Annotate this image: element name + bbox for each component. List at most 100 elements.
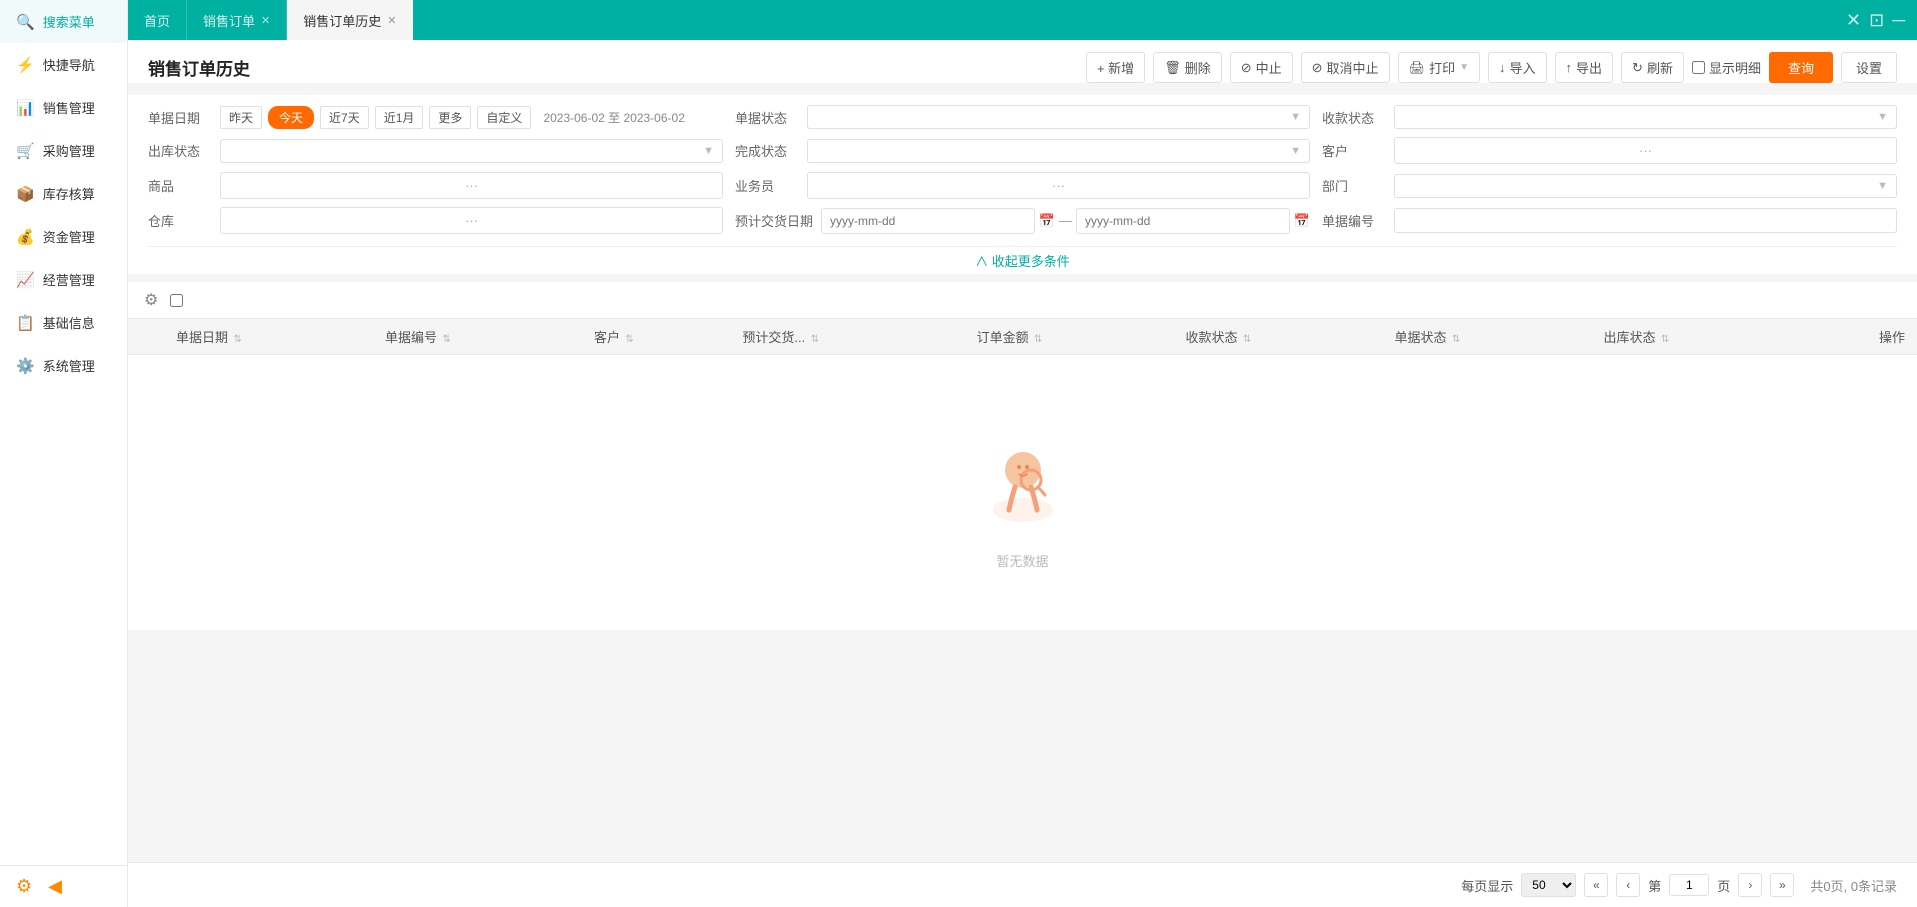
topbar-restore-icon[interactable]: ⊡ — [1869, 10, 1884, 31]
table-toolbar: ⚙ — [128, 282, 1917, 318]
pagination: 每页显示 50 10 20 100 « ‹ 第 页 › » 共0页, 0条记录 — [128, 862, 1917, 907]
bill-status-select[interactable]: ▼ — [807, 105, 1310, 129]
sidebar-item-capital-mgmt[interactable]: 💰 资金管理 — [0, 215, 127, 258]
page-title-row: 销售订单历史 + 新增 🗑 删除 ⊘ 中止 ⊘ 取消中止 — [148, 52, 1897, 83]
receipt-status-select[interactable]: ▼ — [1394, 105, 1897, 129]
new-button[interactable]: + 新增 — [1086, 52, 1145, 83]
date-range-text: 2023-06-02 至 2023-06-02 — [543, 109, 684, 126]
collapse-bar[interactable]: ∧ 收起更多条件 — [148, 246, 1897, 274]
goods-label: 商品 — [148, 176, 212, 195]
sidebar-item-label: 销售管理 — [43, 98, 95, 117]
warehouse-picker[interactable]: ··· — [220, 207, 723, 234]
goods-control: ··· — [220, 172, 723, 199]
topbar-minimize-icon[interactable]: ─ — [1892, 10, 1905, 31]
complete-status-label: 完成状态 — [735, 141, 799, 160]
th-bill-status[interactable]: 单据状态 ⇅ — [1383, 319, 1592, 355]
close-icon[interactable]: ✕ — [261, 14, 270, 27]
tab-sales-order-history[interactable]: 销售订单历史 ✕ — [287, 0, 413, 40]
sidebar-bottom: ⚙ ◀ — [0, 865, 127, 907]
query-button[interactable]: 查询 — [1769, 52, 1833, 83]
sidebar-item-label: 经营管理 — [43, 270, 95, 289]
customer-picker[interactable]: ··· — [1394, 137, 1897, 164]
th-amount[interactable]: 订单金额 ⇅ — [965, 319, 1174, 355]
sidebar-item-search-menu[interactable]: 🔍 搜索菜单 — [0, 0, 127, 43]
th-date[interactable]: 单据日期 ⇅ — [164, 319, 373, 355]
date-btn-more[interactable]: 更多 — [429, 106, 471, 129]
date-filter-control: 昨天 今天 近7天 近1月 更多 自定义 2023-06-02 至 2023-0… — [220, 106, 723, 129]
date-btn-1month[interactable]: 近1月 — [375, 106, 424, 129]
sidebar-item-quick-nav[interactable]: ⚡ 快捷导航 — [0, 43, 127, 86]
sidebar-collapse-icon[interactable]: ◀ — [48, 876, 62, 897]
delete-label: 删除 — [1185, 58, 1211, 77]
th-no[interactable]: 单据编号 ⇅ — [373, 319, 582, 355]
filter-section: 单据日期 昨天 今天 近7天 近1月 更多 自定义 2023-06-02 至 2… — [128, 95, 1917, 274]
th-expected-date[interactable]: 预计交货... ⇅ — [730, 319, 964, 355]
topbar: 首页 销售订单 ✕ 销售订单历史 ✕ ✕ ⊡ ─ — [128, 0, 1917, 40]
sidebar-item-sales-mgmt[interactable]: 📊 销售管理 — [0, 86, 127, 129]
table-settings-icon[interactable]: ⚙ — [144, 290, 158, 310]
cancel-stop-button[interactable]: ⊘ 取消中止 — [1301, 52, 1390, 83]
sidebar-item-inventory[interactable]: 📦 库存核算 — [0, 172, 127, 215]
filter-row-3: 商品 ··· 业务员 ··· 部门 ▼ — [148, 172, 1897, 207]
filter-date: 单据日期 昨天 今天 近7天 近1月 更多 自定义 2023-06-02 至 2… — [148, 105, 723, 129]
delete-button[interactable]: 🗑 删除 — [1153, 52, 1222, 83]
first-page-button[interactable]: « — [1584, 873, 1608, 897]
sort-date-icon: ⇅ — [233, 334, 241, 345]
show-detail-checkbox[interactable] — [1692, 61, 1705, 74]
sidebar-item-ops-mgmt[interactable]: 📈 经营管理 — [0, 258, 127, 301]
th-warehouse-status[interactable]: 出库状态 ⇅ — [1591, 319, 1800, 355]
th-customer[interactable]: 客户 ⇅ — [582, 319, 730, 355]
th-receipt-status[interactable]: 收款状态 ⇅ — [1174, 319, 1383, 355]
inventory-icon: 📦 — [16, 185, 35, 203]
sales-mgmt-icon: 📊 — [16, 99, 35, 117]
sidebar-item-purchase-mgmt[interactable]: 🛒 采购管理 — [0, 129, 127, 172]
expected-date-start[interactable] — [821, 208, 1035, 234]
page-number-input[interactable] — [1669, 874, 1709, 896]
th-bill-status-label: 单据状态 — [1395, 330, 1447, 345]
sidebar-settings-icon[interactable]: ⚙ — [16, 876, 32, 897]
sidebar-item-label: 快捷导航 — [43, 55, 95, 74]
filter-warehouse: 仓库 ··· — [148, 207, 723, 234]
import-button[interactable]: ↓ 导入 — [1488, 52, 1547, 83]
order-no-input[interactable] — [1394, 208, 1897, 233]
next-page-button[interactable]: › — [1738, 873, 1762, 897]
select-all-checkbox[interactable] — [170, 294, 183, 307]
sort-bill-status-icon: ⇅ — [1452, 334, 1460, 345]
dept-select[interactable]: ▼ — [1394, 174, 1897, 198]
filter-warehouse-status: 出库状态 ▼ — [148, 137, 723, 164]
show-detail-checkbox-label[interactable]: 显示明细 — [1692, 58, 1761, 77]
refresh-button[interactable]: ↻ 刷新 — [1621, 52, 1684, 83]
date-btn-yesterday[interactable]: 昨天 — [220, 106, 262, 129]
filter-receipt-status: 收款状态 ▼ — [1322, 105, 1897, 129]
stop-button[interactable]: ⊘ 中止 — [1230, 52, 1293, 83]
print-button[interactable]: 🖨 打印 ▼ — [1398, 52, 1480, 83]
topbar-close-icon[interactable]: ✕ — [1846, 10, 1861, 31]
receipt-status-label: 收款状态 — [1322, 108, 1386, 127]
date-btn-7days[interactable]: 近7天 — [320, 106, 369, 129]
warehouse-status-select[interactable]: ▼ — [220, 139, 723, 163]
order-no-control — [1394, 208, 1897, 233]
show-detail-label: 显示明细 — [1709, 58, 1761, 77]
tab-label: 首页 — [144, 11, 170, 30]
goods-picker[interactable]: ··· — [220, 172, 723, 199]
close-icon[interactable]: ✕ — [387, 14, 396, 27]
complete-status-select[interactable]: ▼ — [807, 139, 1310, 163]
prev-page-button[interactable]: ‹ — [1616, 873, 1640, 897]
page-label-post: 页 — [1717, 876, 1730, 895]
print-chevron-icon: ▼ — [1459, 62, 1469, 73]
sidebar-item-base-info[interactable]: 📋 基础信息 — [0, 301, 127, 344]
date-btn-custom[interactable]: 自定义 — [477, 106, 531, 129]
settings-button[interactable]: 设置 — [1841, 52, 1897, 83]
tab-home[interactable]: 首页 — [128, 0, 187, 40]
date-btn-today[interactable]: 今天 — [268, 106, 314, 129]
tab-sales-order[interactable]: 销售订单 ✕ — [187, 0, 287, 40]
filter-complete-status: 完成状态 ▼ — [735, 137, 1310, 164]
page-size-label: 每页显示 — [1461, 876, 1513, 895]
expected-date-end[interactable] — [1076, 208, 1290, 234]
salesperson-picker[interactable]: ··· — [807, 172, 1310, 199]
page-size-select[interactable]: 50 10 20 100 — [1521, 873, 1576, 897]
sidebar-item-sys-mgmt[interactable]: ⚙️ 系统管理 — [0, 344, 127, 387]
chevron-down-icon: ▼ — [1290, 111, 1301, 123]
export-button[interactable]: ↑ 导出 — [1555, 52, 1614, 83]
last-page-button[interactable]: » — [1770, 873, 1794, 897]
